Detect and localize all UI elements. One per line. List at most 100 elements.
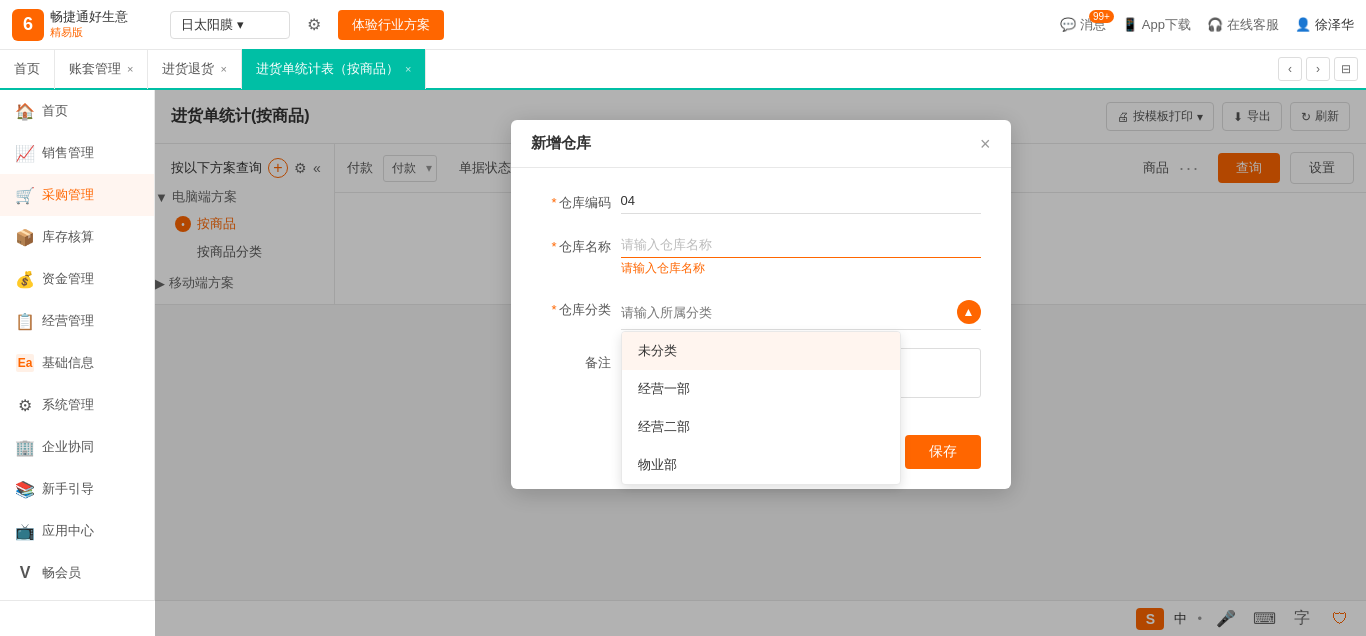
- tab-bar: 首页 账套管理 × 进货退货 × 进货单统计表（按商品） × ‹ › ⊟: [0, 50, 1366, 90]
- operations-icon: 📋: [16, 312, 34, 330]
- logo-title: 畅捷通好生意: [50, 9, 128, 25]
- tab-purchase-return-label: 进货退货: [162, 60, 214, 78]
- category-dropdown-wrap: ▲: [621, 295, 981, 330]
- tab-purchase-return-close[interactable]: ×: [220, 63, 226, 75]
- main-layout: 🏠 首页 📈 销售管理 🛒 采购管理 📦 库存核算 💰 资金管理 📋 经营管理 …: [0, 90, 1366, 636]
- tab-account-close[interactable]: ×: [127, 63, 133, 75]
- dialog-close-btn[interactable]: ×: [980, 135, 991, 153]
- code-input-wrap: [621, 188, 981, 214]
- online-service-btn[interactable]: 🎧 在线客服: [1207, 16, 1279, 34]
- logo-text-block: 畅捷通好生意 精易版: [50, 9, 128, 40]
- tab-home-label: 首页: [14, 60, 40, 78]
- sidebar-label-system: 系统管理: [42, 396, 94, 414]
- remark-label: 备注: [541, 348, 621, 372]
- store-name: 日太阳膜: [181, 16, 233, 34]
- logo-sub: 精易版: [50, 25, 128, 40]
- basic-info-icon: Ea: [16, 354, 34, 372]
- category-input[interactable]: [621, 305, 957, 320]
- sidebar-item-app-center[interactable]: 📺 应用中心: [0, 510, 154, 552]
- sidebar-item-sales[interactable]: 📈 销售管理: [0, 132, 154, 174]
- guide-icon: 📚: [16, 480, 34, 498]
- sidebar-label-finance: 资金管理: [42, 270, 94, 288]
- sidebar-label-purchase: 采购管理: [42, 186, 94, 204]
- sidebar-item-basic-info[interactable]: Ea 基础信息: [0, 342, 154, 384]
- dialog-body: 仓库编码 仓库名称 请输入仓库名称: [511, 168, 1011, 435]
- message-btn[interactable]: 💬 消息 99+: [1060, 16, 1106, 34]
- dropdown-option-3[interactable]: 物业部: [622, 446, 900, 484]
- sidebar-item-enterprise[interactable]: 🏢 企业协同: [0, 426, 154, 468]
- category-dropdown-list: 未分类 经营一部 经营二部 物业部: [621, 331, 901, 485]
- tab-home[interactable]: 首页: [0, 49, 55, 89]
- tab-menu-btn[interactable]: ⊟: [1334, 57, 1358, 81]
- main-content: 进货单统计(按商品) 🖨 按模板打印 ▾ ⬇ 导出 ↻ 刷新: [155, 90, 1366, 636]
- sidebar-item-vip[interactable]: V 畅会员: [0, 552, 154, 594]
- store-selector[interactable]: 日太阳膜 ▾: [170, 11, 290, 39]
- tab-next-btn[interactable]: ›: [1306, 57, 1330, 81]
- logo-area: 6 畅捷通好生意 精易版: [12, 9, 162, 41]
- finance-icon: 💰: [16, 270, 34, 288]
- form-row-name: 仓库名称 请输入仓库名称: [541, 232, 981, 277]
- dropdown-option-2[interactable]: 经营二部: [622, 408, 900, 446]
- sidebar-item-purchase[interactable]: 🛒 采购管理: [0, 174, 154, 216]
- settings-icon[interactable]: ⚙: [298, 9, 330, 41]
- tab-purchase-return[interactable]: 进货退货 ×: [148, 49, 241, 89]
- tab-purchase-stats[interactable]: 进货单统计表（按商品） ×: [242, 49, 426, 89]
- sidebar-label-sales: 销售管理: [42, 144, 94, 162]
- sidebar-item-system[interactable]: ⚙ 系统管理: [0, 384, 154, 426]
- modal-overlay: 新增仓库 × 仓库编码 仓库名称: [155, 90, 1366, 636]
- app-download-btn[interactable]: 📱 App下载: [1122, 16, 1191, 34]
- tab-prev-btn[interactable]: ‹: [1278, 57, 1302, 81]
- category-label: 仓库分类: [541, 295, 621, 319]
- user-profile-btn[interactable]: 👤 徐泽华: [1295, 16, 1354, 34]
- system-icon: ⚙: [16, 396, 34, 414]
- tab-account[interactable]: 账套管理 ×: [55, 49, 148, 89]
- sidebar-label-enterprise: 企业协同: [42, 438, 94, 456]
- form-row-code: 仓库编码: [541, 188, 981, 214]
- trial-button[interactable]: 体验行业方案: [338, 10, 444, 40]
- vip-icon: V: [16, 564, 34, 582]
- purchase-icon: 🛒: [16, 186, 34, 204]
- sidebar-label-guide: 新手引导: [42, 480, 94, 498]
- username-label: 徐泽华: [1315, 16, 1354, 34]
- category-arrow-btn[interactable]: ▲: [957, 300, 981, 324]
- tab-account-label: 账套管理: [69, 60, 121, 78]
- sidebar-label-operations: 经营管理: [42, 312, 94, 330]
- app-center-icon: 📺: [16, 522, 34, 540]
- category-input-wrap: ▲ 未分类 经营一部 经营二部 物业部: [621, 295, 981, 330]
- tab-controls: ‹ › ⊟: [1278, 57, 1366, 81]
- dialog-title: 新增仓库: [531, 134, 591, 153]
- sidebar-item-inventory[interactable]: 📦 库存核算: [0, 216, 154, 258]
- sidebar-item-home[interactable]: 🏠 首页: [0, 90, 154, 132]
- sidebar-item-finance[interactable]: 💰 资金管理: [0, 258, 154, 300]
- save-button[interactable]: 保存: [905, 435, 981, 469]
- enterprise-icon: 🏢: [16, 438, 34, 456]
- dropdown-option-0[interactable]: 未分类: [622, 332, 900, 370]
- tab-purchase-stats-label: 进货单统计表（按商品）: [256, 60, 399, 78]
- new-warehouse-dialog: 新增仓库 × 仓库编码 仓库名称: [511, 120, 1011, 489]
- top-header: 6 畅捷通好生意 精易版 日太阳膜 ▾ ⚙ 体验行业方案 💬 消息 99+ 📱 …: [0, 0, 1366, 50]
- name-label: 仓库名称: [541, 232, 621, 256]
- tab-purchase-stats-close[interactable]: ×: [405, 63, 411, 75]
- online-service-label: 在线客服: [1227, 16, 1279, 34]
- name-error-msg: 请输入仓库名称: [621, 260, 981, 277]
- phone-icon: 📱: [1122, 17, 1138, 32]
- sidebar-label-app-center: 应用中心: [42, 522, 94, 540]
- form-row-category: 仓库分类 ▲ 未分类 经营一部 经营二部 物业部: [541, 295, 981, 330]
- dropdown-option-1[interactable]: 经营一部: [622, 370, 900, 408]
- code-input[interactable]: [621, 188, 981, 214]
- avatar-icon: 👤: [1295, 17, 1311, 32]
- name-input-wrap: 请输入仓库名称: [621, 232, 981, 277]
- app-download-label: App下载: [1142, 16, 1191, 34]
- code-label: 仓库编码: [541, 188, 621, 212]
- chevron-down-icon: ▾: [237, 17, 244, 32]
- sidebar-label-vip: 畅会员: [42, 564, 81, 582]
- dialog-header: 新增仓库 ×: [511, 120, 1011, 168]
- name-input[interactable]: [621, 232, 981, 258]
- sidebar-label-inventory: 库存核算: [42, 228, 94, 246]
- sidebar-label-basic-info: 基础信息: [42, 354, 94, 372]
- headset-icon: 🎧: [1207, 17, 1223, 32]
- home-icon: 🏠: [16, 102, 34, 120]
- app-logo-icon: 6: [12, 9, 44, 41]
- sidebar-item-operations[interactable]: 📋 经营管理: [0, 300, 154, 342]
- sidebar-item-guide[interactable]: 📚 新手引导: [0, 468, 154, 510]
